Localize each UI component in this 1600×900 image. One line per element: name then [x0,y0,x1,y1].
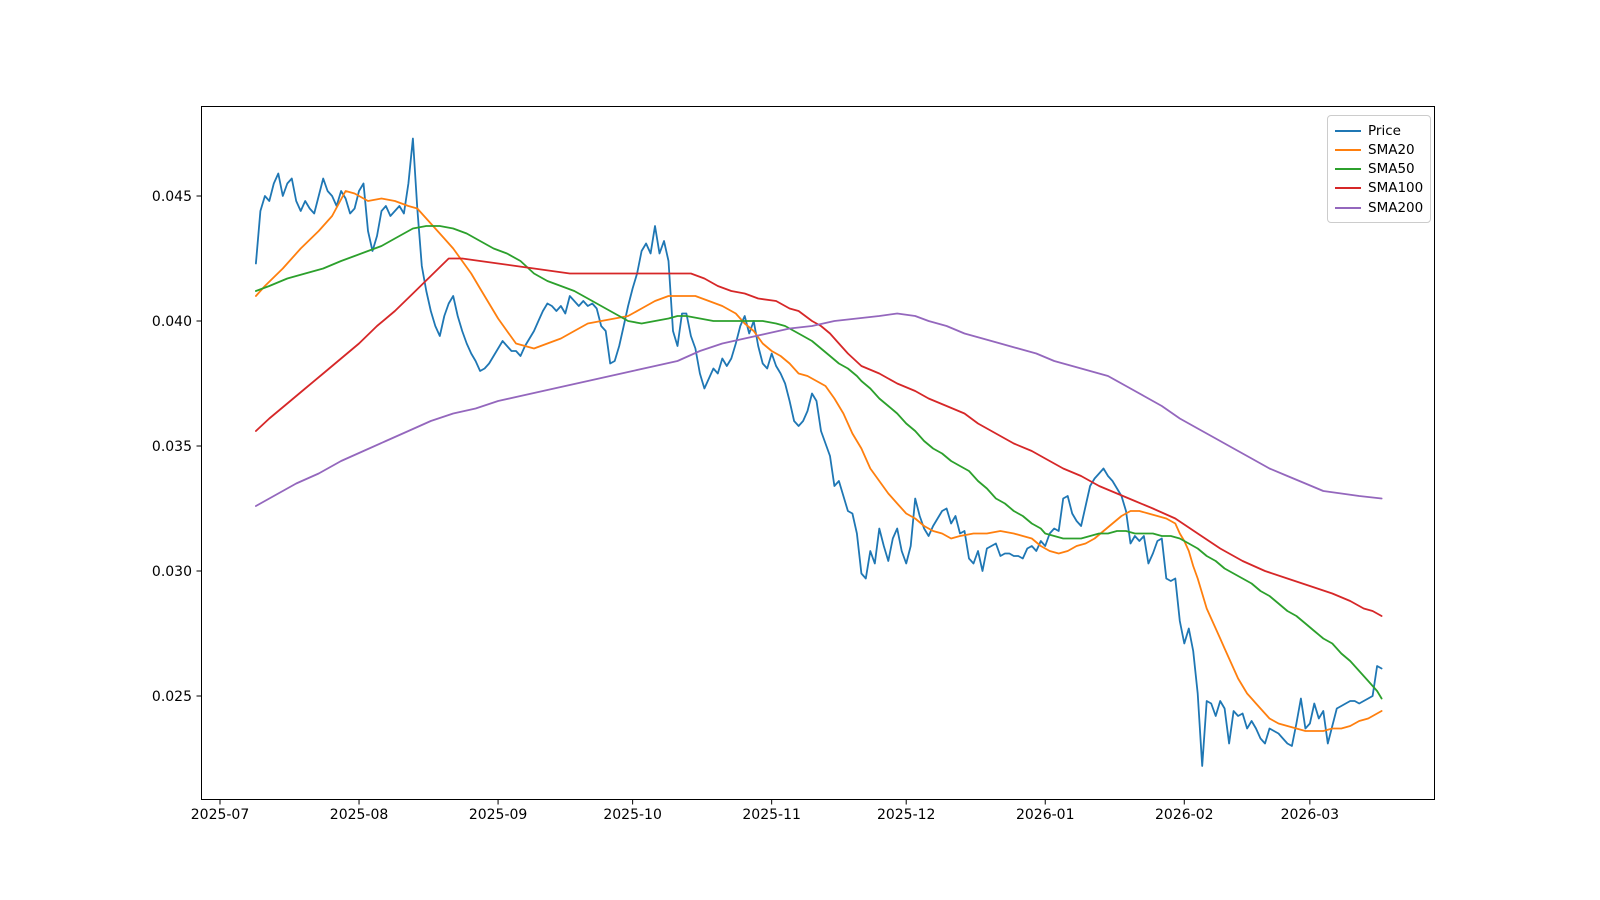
y-tick-label: 0.040 [152,314,192,330]
series-line-sma200 [254,312,1383,507]
y-tick-label: 0.025 [152,689,192,705]
legend-line-sample-sma50 [1335,168,1361,170]
legend-label: SMA20 [1368,141,1415,158]
legend-item-sma20: SMA20 [1335,140,1423,159]
y-tick-label: 0.030 [152,564,192,580]
legend-line-sample-sma20 [1335,148,1361,151]
legend-item-price: Price [1335,121,1423,140]
x-tick-label: 2025-10 [603,807,662,823]
legend-label: SMA100 [1368,180,1424,197]
legend-item-sma50: SMA50 [1335,160,1423,179]
legend-label: SMA50 [1368,161,1415,177]
x-tick-label: 2026-03 [1281,807,1340,823]
legend-item-sma200: SMA200 [1335,198,1423,217]
x-tick-label: 2025-08 [330,807,389,823]
series-line-sma50 [254,225,1383,700]
legend-item-sma100: SMA100 [1335,179,1423,198]
y-tick-label: 0.035 [152,439,192,455]
series-line-sma20 [254,190,1383,732]
x-tick-label: 2026-01 [1016,807,1075,823]
legend-label: Price [1368,122,1401,139]
x-tick-label: 2026-02 [1155,807,1214,823]
x-tick-label: 2025-11 [742,807,801,823]
legend-label: SMA200 [1368,199,1424,216]
x-tick-label: 2025-07 [191,807,250,823]
legend-line-sample-price [1335,129,1361,132]
x-tick-label: 2025-09 [469,807,528,823]
y-tick-label: 0.045 [152,189,192,205]
chart-figure: 2025-07 2025-08 2025-09 2025-10 2025-11 2025-… [0,0,1600,900]
legend: Price SMA20 SMA50 SMA100 SMA200 [1327,115,1431,223]
series-line-price [254,137,1383,767]
legend-line-sample-sma200 [1335,206,1361,209]
legend-line-sample-sma100 [1335,187,1361,190]
x-tick-label: 2025-12 [877,807,936,823]
